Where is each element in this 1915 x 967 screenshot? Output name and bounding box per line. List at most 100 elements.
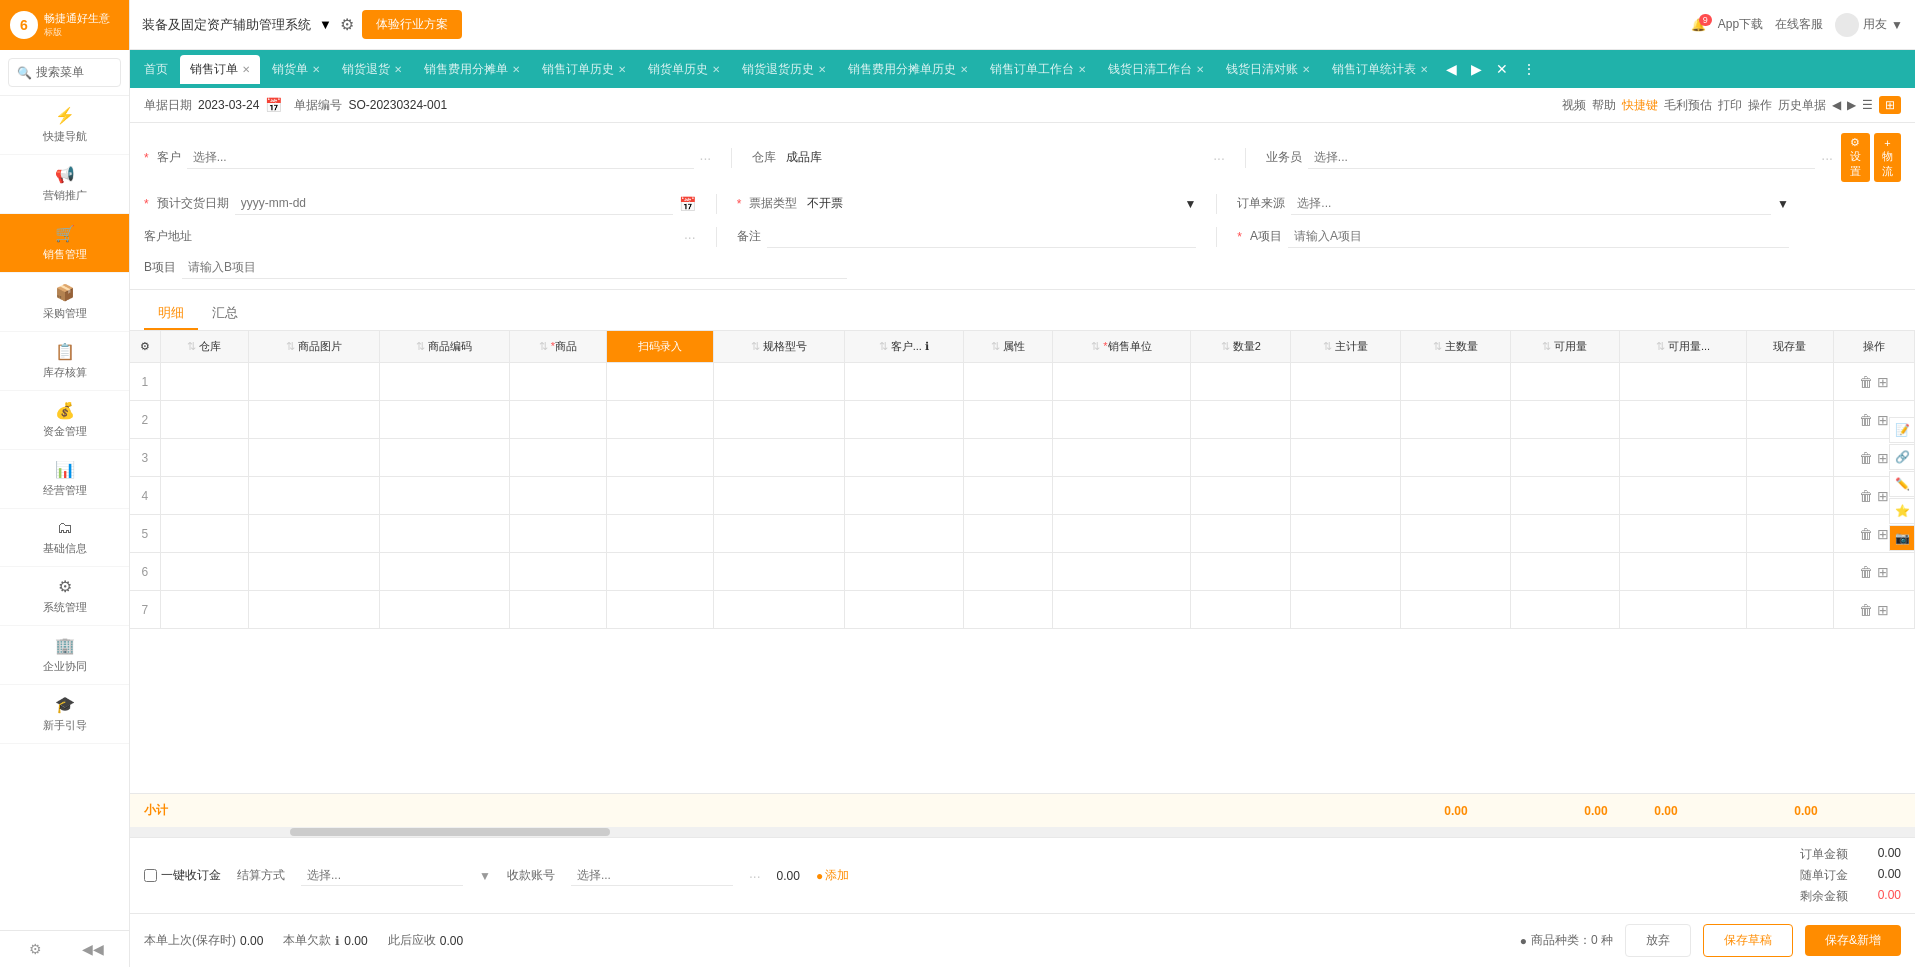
delivery-date-input[interactable] (235, 192, 673, 215)
delete-row-button[interactable]: 🗑 (1859, 488, 1873, 504)
cell-main-qty[interactable] (1401, 439, 1511, 477)
scroll-thumb[interactable] (290, 828, 610, 836)
search-menu-button[interactable]: 🔍 搜索菜单 (8, 58, 121, 87)
notification-bell[interactable]: 🔔 9 (1691, 18, 1706, 32)
cell-customer-ref[interactable] (844, 591, 963, 629)
layout-grid-btn[interactable]: ⊞ (1879, 96, 1901, 114)
layout-list-btn[interactable]: ☰ (1862, 98, 1873, 112)
cell-available-more[interactable] (1620, 439, 1747, 477)
cell-product-code[interactable] (379, 439, 509, 477)
cell-qty2[interactable] (1191, 553, 1291, 591)
sidebar-item-newbie[interactable]: 🎓 新手引导 (0, 685, 129, 744)
cell-customer-ref[interactable] (844, 363, 963, 401)
cell-sales-unit[interactable] (1052, 591, 1190, 629)
top-settings-button[interactable]: ⚙ (340, 15, 354, 34)
tab-sales-bill[interactable]: 销货单 ✕ (262, 55, 330, 84)
tab-home[interactable]: 首页 (134, 55, 178, 84)
cell-warehouse[interactable] (160, 515, 249, 553)
cell-available-more[interactable] (1620, 477, 1747, 515)
collapse-button[interactable]: ◀◀ (68, 941, 120, 957)
tab-close-icon[interactable]: ✕ (712, 64, 720, 75)
delivery-calendar-icon[interactable]: 📅 (679, 196, 696, 212)
app-download-link[interactable]: App下载 (1718, 16, 1763, 33)
delete-row-button[interactable]: 🗑 (1859, 374, 1873, 390)
tab-sales-return[interactable]: 销货退货 ✕ (332, 55, 412, 84)
cell-attr[interactable] (963, 515, 1052, 553)
cell-available[interactable] (1510, 515, 1620, 553)
cell-spec[interactable] (714, 439, 844, 477)
cell-attr[interactable] (963, 477, 1052, 515)
cell-product-image[interactable] (249, 553, 379, 591)
cell-warehouse[interactable] (160, 363, 249, 401)
cell-qty2[interactable] (1191, 591, 1291, 629)
cell-available[interactable] (1510, 401, 1620, 439)
industry-solution-button[interactable]: 体验行业方案 (362, 10, 462, 39)
cell-available[interactable] (1510, 439, 1620, 477)
customer-input[interactable] (187, 146, 694, 169)
cell-attr[interactable] (963, 591, 1052, 629)
cell-product-image[interactable] (249, 401, 379, 439)
cell-attr[interactable] (963, 553, 1052, 591)
cell-stock[interactable] (1746, 553, 1833, 591)
sidebar-item-base-info[interactable]: 🗂 基础信息 (0, 509, 129, 567)
cell-customer-ref[interactable] (844, 401, 963, 439)
sidebar-item-operations[interactable]: 📊 经营管理 (0, 450, 129, 509)
save-draft-button[interactable]: 保存草稿 (1703, 924, 1793, 957)
sidebar-item-purchase-mgmt[interactable]: 📦 采购管理 (0, 273, 129, 332)
cell-sales-unit[interactable] (1052, 515, 1190, 553)
calendar-icon[interactable]: 📅 (265, 97, 282, 113)
cell-attr[interactable] (963, 401, 1052, 439)
cell-sales-unit[interactable] (1052, 439, 1190, 477)
cell-spec[interactable] (714, 515, 844, 553)
tab-close-icon[interactable]: ✕ (1420, 64, 1428, 75)
cell-sales-unit[interactable] (1052, 363, 1190, 401)
cell-product-image[interactable] (249, 515, 379, 553)
receipt-account-more[interactable]: ··· (749, 868, 761, 884)
layout-next-btn[interactable]: ▶ (1847, 98, 1856, 112)
cell-available[interactable] (1510, 591, 1620, 629)
sidebar-item-marketing[interactable]: 📢 营销推广 (0, 155, 129, 214)
tab-close-icon[interactable]: ✕ (960, 64, 968, 75)
cell-product-code[interactable] (379, 553, 509, 591)
sidebar-item-inventory[interactable]: 📋 库存核算 (0, 332, 129, 391)
sidebar-item-sales-mgmt[interactable]: 🛒 销售管理 (0, 214, 129, 273)
discard-button[interactable]: 放弃 (1625, 924, 1691, 957)
delete-row-button[interactable]: 🗑 (1859, 602, 1873, 618)
customer-more-icon[interactable]: ··· (700, 150, 712, 166)
cell-qty2[interactable] (1191, 363, 1291, 401)
tab-close-all-button[interactable]: ✕ (1490, 57, 1514, 81)
cell-product-code[interactable] (379, 363, 509, 401)
tab-close-icon[interactable]: ✕ (512, 64, 520, 75)
cell-warehouse[interactable] (160, 477, 249, 515)
cell-product-image[interactable] (249, 591, 379, 629)
warehouse-more-icon[interactable]: ··· (1213, 150, 1225, 166)
cell-qty2[interactable] (1191, 439, 1291, 477)
horizontal-scrollbar[interactable] (130, 827, 1915, 837)
cell-sales-unit[interactable] (1052, 477, 1190, 515)
cell-spec[interactable] (714, 363, 844, 401)
cell-sales-unit[interactable] (1052, 401, 1190, 439)
delete-row-button[interactable]: 🗑 (1859, 526, 1873, 542)
cell-product-image[interactable] (249, 363, 379, 401)
cell-product[interactable] (509, 553, 606, 591)
one-key-payment-checkbox[interactable]: 一键收订金 (144, 867, 221, 884)
cell-stock[interactable] (1746, 477, 1833, 515)
addr-more-icon[interactable]: ··· (684, 229, 696, 245)
settings-button[interactable]: ⚙ (10, 941, 62, 957)
sidebar-item-quick-nav[interactable]: ⚡ 快捷导航 (0, 96, 129, 155)
tab-sales-expense-split[interactable]: 销售费用分摊单 ✕ (414, 55, 530, 84)
cell-available-more[interactable] (1620, 363, 1747, 401)
tab-sales-order[interactable]: 销售订单 ✕ (180, 55, 260, 84)
cell-warehouse[interactable] (160, 591, 249, 629)
video-button[interactable]: 视频 (1562, 97, 1586, 114)
cell-main-unit[interactable] (1291, 553, 1401, 591)
cell-main-qty[interactable] (1401, 363, 1511, 401)
cell-product[interactable] (509, 401, 606, 439)
online-service-link[interactable]: 在线客服 (1775, 16, 1823, 33)
copy-row-button[interactable]: ⊞ (1877, 450, 1889, 466)
cell-available[interactable] (1510, 363, 1620, 401)
cell-sales-unit[interactable] (1052, 553, 1190, 591)
tab-sales-order-history[interactable]: 销售订单历史 ✕ (532, 55, 636, 84)
shortcut-button[interactable]: 快捷键 (1622, 97, 1658, 114)
tab-detail[interactable]: 明细 (144, 298, 198, 330)
